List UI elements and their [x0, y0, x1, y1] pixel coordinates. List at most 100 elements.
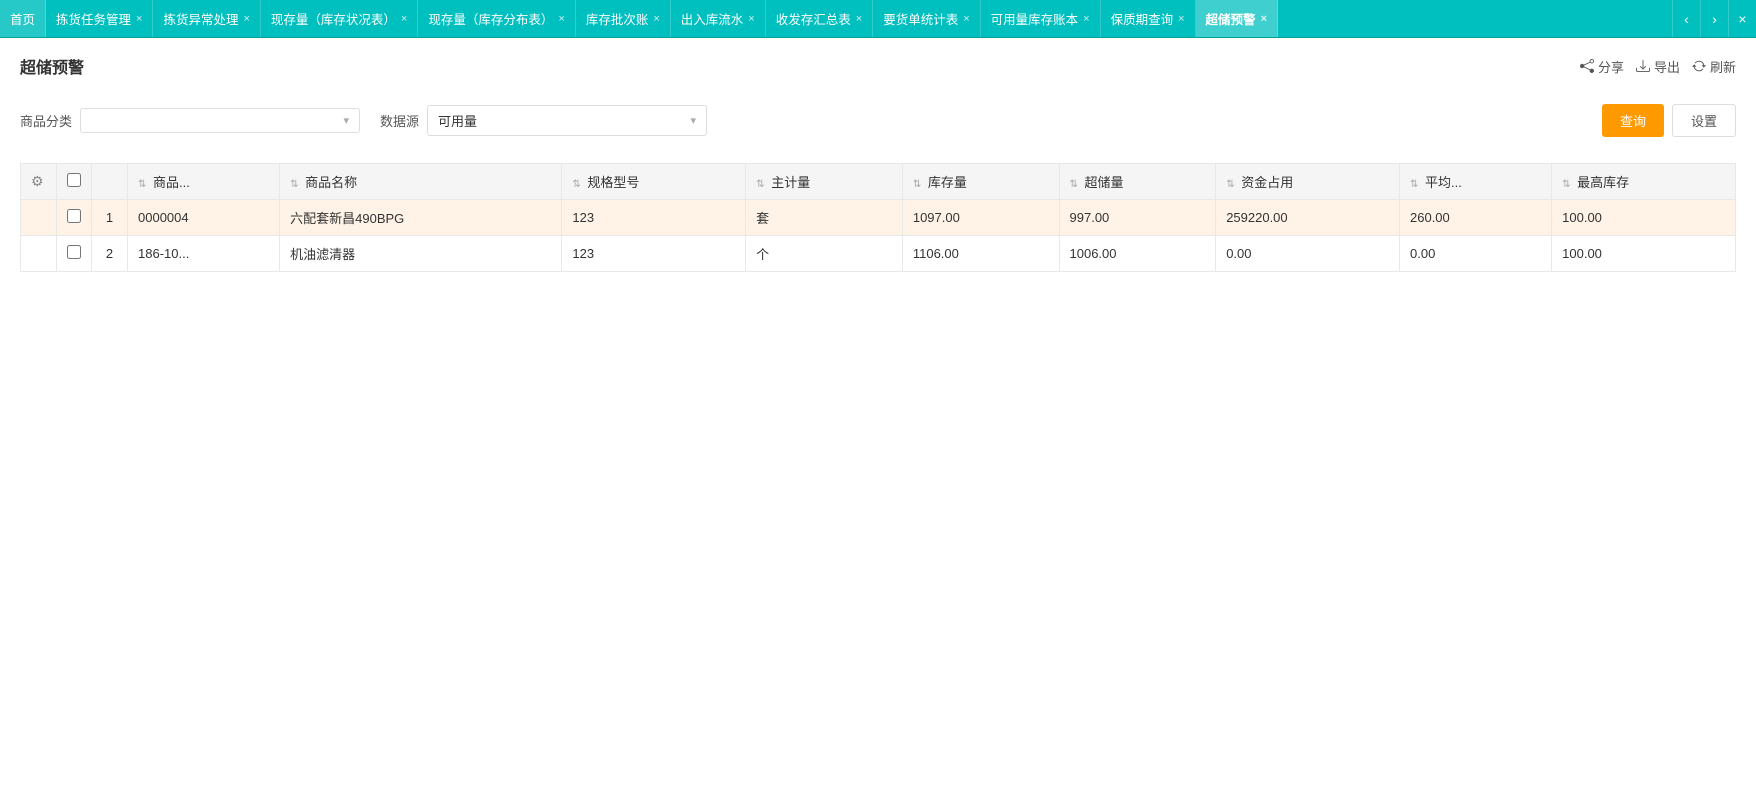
data-table: ⚙ ⇅ 商品... ⇅ 商品名称 ⇅ 规格型号 — [20, 163, 1736, 272]
th-num — [92, 164, 128, 200]
sort-arrows-spec: ⇅ — [572, 179, 580, 190]
nav-tab-10-close[interactable]: × — [1178, 13, 1184, 25]
sort-arrows-max-stock: ⇅ — [1562, 179, 1570, 190]
table-row: 1 0000004 六配套新昌490BPG 123 套 1097.00 997.… — [21, 200, 1736, 236]
datasource-label: 数据源 — [380, 111, 419, 130]
query-button[interactable]: 查询 — [1602, 104, 1664, 137]
header-actions: 分享 导出 刷新 — [1580, 57, 1736, 76]
th-spec[interactable]: ⇅ 规格型号 — [562, 164, 746, 200]
top-nav: 首页 拣货任务管理 × 拣货异常处理 × 现存量（库存状况表） × 现存量（库存… — [0, 0, 1756, 38]
sort-arrows-avg: ⇅ — [1410, 179, 1418, 190]
th-overstock[interactable]: ⇅ 超储量 — [1059, 164, 1216, 200]
row-2-check-cell — [57, 236, 92, 272]
nav-tab-3-label: 现存量（库存状况表） — [271, 9, 396, 28]
nav-tab-8-label: 要货单统计表 — [883, 9, 958, 28]
nav-tab-5-close[interactable]: × — [653, 13, 659, 25]
row-1-checkbox[interactable] — [67, 209, 81, 223]
nav-more-button[interactable]: × — [1728, 0, 1756, 37]
th-overstock-label: 超储量 — [1085, 175, 1124, 190]
export-button[interactable]: 导出 — [1636, 57, 1680, 76]
nav-tab-11-close[interactable]: × — [1261, 13, 1267, 25]
th-capital[interactable]: ⇅ 资金占用 — [1216, 164, 1400, 200]
nav-tab-11[interactable]: 超储预警 × — [1196, 0, 1278, 37]
row-2-num: 2 — [92, 236, 128, 272]
nav-tab-7[interactable]: 收发存汇总表 × — [766, 0, 873, 37]
filter-buttons: 查询 设置 — [1602, 104, 1736, 137]
th-gear[interactable]: ⚙ — [21, 164, 57, 200]
nav-tab-7-label: 收发存汇总表 — [776, 9, 851, 28]
nav-tab-8-close[interactable]: × — [963, 13, 969, 25]
settings-button[interactable]: 设置 — [1672, 104, 1736, 137]
share-label: 分享 — [1598, 57, 1624, 76]
page-content: 超储预警 分享 导出 刷新 — [0, 38, 1756, 288]
select-all-checkbox[interactable] — [67, 173, 81, 187]
row-1-product-name: 六配套新昌490BPG — [280, 200, 562, 236]
row-2-overstock: 1006.00 — [1059, 236, 1216, 272]
row-2-stock: 1106.00 — [902, 236, 1059, 272]
row-1-product-code: 0000004 — [128, 200, 280, 236]
table-row: 2 186-10... 机油滤清器 123 个 1106.00 1006.00 … — [21, 236, 1736, 272]
sort-arrows-capital: ⇅ — [1226, 179, 1234, 190]
row-2-max-stock: 100.00 — [1552, 236, 1736, 272]
th-max-stock[interactable]: ⇅ 最高库存 — [1552, 164, 1736, 200]
datasource-select-value: 可用量 — [438, 111, 477, 130]
refresh-button[interactable]: 刷新 — [1692, 57, 1736, 76]
nav-tab-1-close[interactable]: × — [136, 13, 142, 25]
th-stock[interactable]: ⇅ 库存量 — [902, 164, 1059, 200]
category-dropdown-icon: ▾ — [343, 114, 349, 127]
nav-tab-2-close[interactable]: × — [243, 13, 249, 25]
th-spec-label: 规格型号 — [587, 175, 639, 190]
datasource-select[interactable]: 可用量 ▾ — [427, 105, 707, 136]
share-icon — [1580, 59, 1594, 73]
nav-tab-10-label: 保质期查询 — [1111, 9, 1174, 28]
nav-prev-button[interactable]: ‹ — [1672, 0, 1700, 37]
table-header: ⚙ ⇅ 商品... ⇅ 商品名称 ⇅ 规格型号 — [21, 164, 1736, 200]
row-2-checkbox[interactable] — [67, 245, 81, 259]
row-1-stock: 1097.00 — [902, 200, 1059, 236]
nav-tab-8[interactable]: 要货单统计表 × — [873, 0, 980, 37]
nav-tab-4[interactable]: 现存量（库存分布表） × — [418, 0, 575, 37]
row-2-spec: 123 — [562, 236, 746, 272]
share-button[interactable]: 分享 — [1580, 57, 1624, 76]
nav-tab-10[interactable]: 保质期查询 × — [1101, 0, 1196, 37]
nav-tab-3-close[interactable]: × — [401, 13, 407, 25]
nav-tab-6-close[interactable]: × — [748, 13, 754, 25]
nav-tab-9[interactable]: 可用量库存账本 × — [981, 0, 1101, 37]
sort-arrows-product-code: ⇅ — [138, 179, 146, 190]
nav-tab-9-close[interactable]: × — [1083, 13, 1089, 25]
row-1-check-cell — [57, 200, 92, 236]
row-2-product-code: 186-10... — [128, 236, 280, 272]
nav-tab-6-label: 出入库流水 — [681, 9, 744, 28]
nav-tab-5[interactable]: 库存批次账 × — [576, 0, 671, 37]
th-unit[interactable]: ⇅ 主计量 — [746, 164, 903, 200]
th-product-name-label: 商品名称 — [305, 175, 357, 190]
gear-icon[interactable]: ⚙ — [31, 173, 44, 189]
row-1-num: 1 — [92, 200, 128, 236]
export-label: 导出 — [1654, 57, 1680, 76]
sort-arrows-stock: ⇅ — [913, 179, 921, 190]
th-avg-label: 平均... — [1425, 175, 1462, 190]
row-1-capital: 259220.00 — [1216, 200, 1400, 236]
nav-tab-4-close[interactable]: × — [558, 13, 564, 25]
row-2-avg: 0.00 — [1400, 236, 1552, 272]
th-capital-label: 资金占用 — [1241, 175, 1293, 190]
row-2-product-name: 机油滤清器 — [280, 236, 562, 272]
nav-next-button[interactable]: › — [1700, 0, 1728, 37]
th-product-code-label: 商品... — [153, 175, 190, 190]
row-1-spec: 123 — [562, 200, 746, 236]
th-product-code[interactable]: ⇅ 商品... — [128, 164, 280, 200]
nav-tab-home[interactable]: 首页 — [0, 0, 46, 37]
page-title: 超储预警 — [20, 54, 84, 78]
th-product-name[interactable]: ⇅ 商品名称 — [280, 164, 562, 200]
page-header: 超储预警 分享 导出 刷新 — [20, 54, 1736, 78]
category-select[interactable]: ▾ — [80, 108, 360, 133]
row-1-unit: 套 — [746, 200, 903, 236]
nav-tab-3[interactable]: 现存量（库存状况表） × — [261, 0, 418, 37]
nav-tab-7-close[interactable]: × — [856, 13, 862, 25]
nav-arrows: ‹ › × — [1672, 0, 1756, 37]
th-avg[interactable]: ⇅ 平均... — [1400, 164, 1552, 200]
row-2-unit: 个 — [746, 236, 903, 272]
nav-tab-1[interactable]: 拣货任务管理 × — [46, 0, 153, 37]
nav-tab-6[interactable]: 出入库流水 × — [671, 0, 766, 37]
nav-tab-2[interactable]: 拣货异常处理 × — [153, 0, 260, 37]
